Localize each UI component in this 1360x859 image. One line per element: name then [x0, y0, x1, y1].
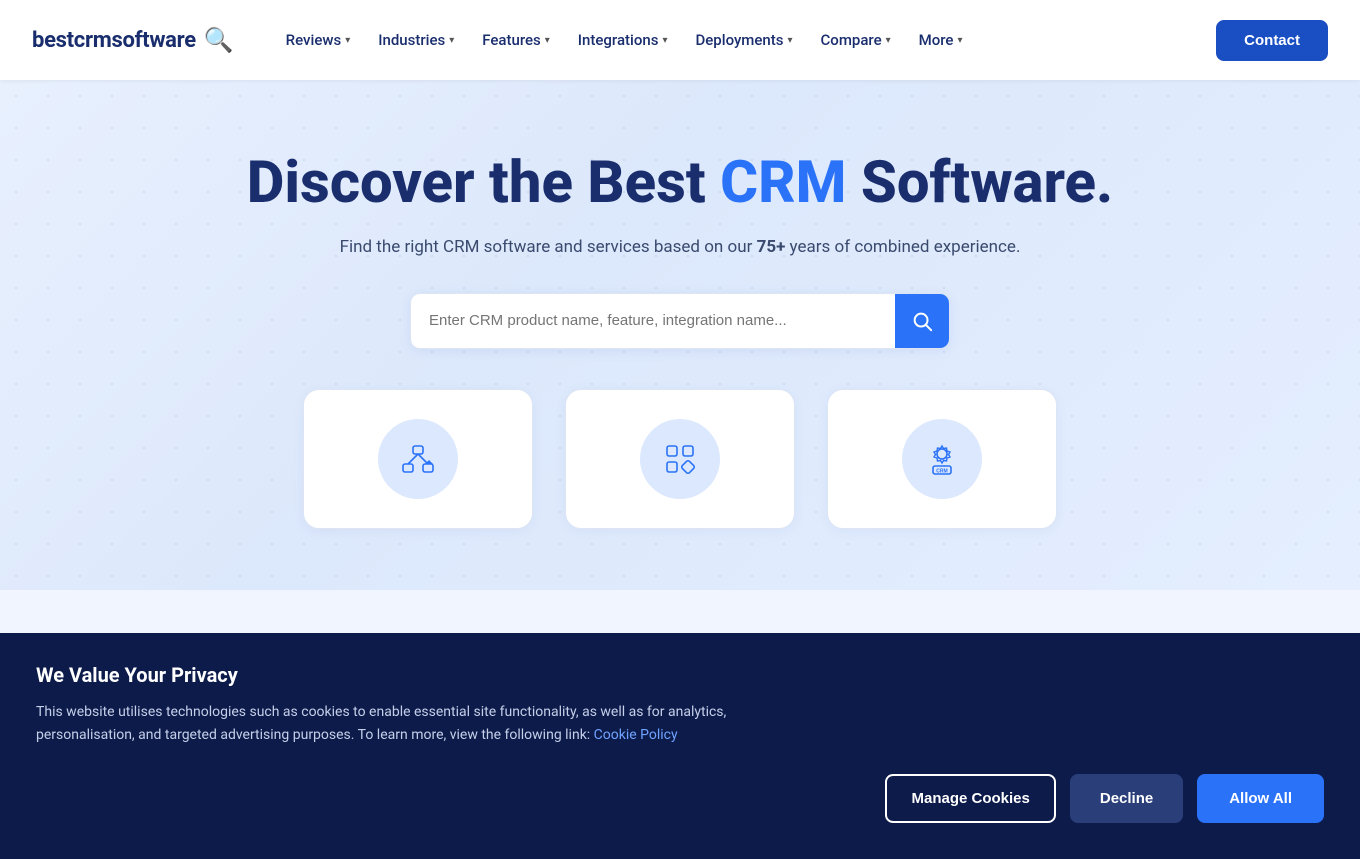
- logo-text: bestcrmsoftware: [32, 28, 196, 53]
- chevron-down-icon: ▾: [545, 35, 550, 46]
- chevron-down-icon: ▾: [787, 35, 792, 46]
- manage-cookies-button[interactable]: Manage Cookies: [885, 774, 1055, 823]
- chevron-down-icon: ▾: [345, 35, 350, 46]
- hero-title: Discover the Best CRM Software.: [247, 150, 1113, 217]
- svg-text:CRM: CRM: [936, 468, 947, 474]
- search-button[interactable]: [895, 294, 949, 348]
- nav-item-industries[interactable]: Industries ▾: [366, 23, 466, 57]
- search-icon: [911, 310, 933, 332]
- integrations-icon-circle: [378, 419, 458, 499]
- decline-button[interactable]: Decline: [1070, 774, 1183, 823]
- chevron-down-icon: ▾: [449, 35, 454, 46]
- cookie-title: We Value Your Privacy: [36, 663, 1324, 687]
- search-input[interactable]: [411, 296, 895, 345]
- logo-link[interactable]: bestcrmsoftware 🔍: [32, 26, 234, 54]
- crm-gear-icon: CRM: [923, 440, 961, 478]
- cookie-actions: Manage Cookies Decline Allow All: [36, 774, 1324, 823]
- search-bar: [410, 293, 950, 349]
- nav-item-compare[interactable]: Compare ▾: [809, 23, 903, 57]
- hero-section: Discover the Best CRM Software. Find the…: [0, 80, 1360, 590]
- network-icon: [399, 440, 437, 478]
- grid-icon: [661, 440, 699, 478]
- features-icon-circle: [640, 419, 720, 499]
- hero-subtitle: Find the right CRM software and services…: [340, 237, 1021, 257]
- nav-item-features[interactable]: Features ▾: [470, 23, 562, 57]
- logo-icon: 🔍: [204, 26, 234, 54]
- card-integrations[interactable]: [303, 389, 533, 529]
- nav-item-integrations[interactable]: Integrations ▾: [566, 23, 680, 57]
- crm-settings-icon-circle: CRM: [902, 419, 982, 499]
- card-crm-settings[interactable]: CRM: [827, 389, 1057, 529]
- cookie-body: This website utilises technologies such …: [36, 701, 736, 746]
- chevron-down-icon: ▾: [662, 35, 667, 46]
- nav-item-deployments[interactable]: Deployments ▾: [683, 23, 804, 57]
- chevron-down-icon: ▾: [886, 35, 891, 46]
- allow-all-button[interactable]: Allow All: [1197, 774, 1324, 823]
- cards-row: CRM: [243, 389, 1117, 529]
- nav-item-more[interactable]: More ▾: [907, 23, 975, 57]
- card-features[interactable]: [565, 389, 795, 529]
- chevron-down-icon: ▾: [957, 35, 962, 46]
- contact-button[interactable]: Contact: [1216, 20, 1328, 61]
- navbar: bestcrmsoftware 🔍 Reviews ▾ Industries ▾…: [0, 0, 1360, 80]
- nav-item-reviews[interactable]: Reviews ▾: [274, 23, 363, 57]
- cookie-policy-link[interactable]: Cookie Policy: [594, 727, 678, 743]
- nav-links: Reviews ▾ Industries ▾ Features ▾ Integr…: [274, 23, 1216, 57]
- cookie-banner: We Value Your Privacy This website utili…: [0, 633, 1360, 859]
